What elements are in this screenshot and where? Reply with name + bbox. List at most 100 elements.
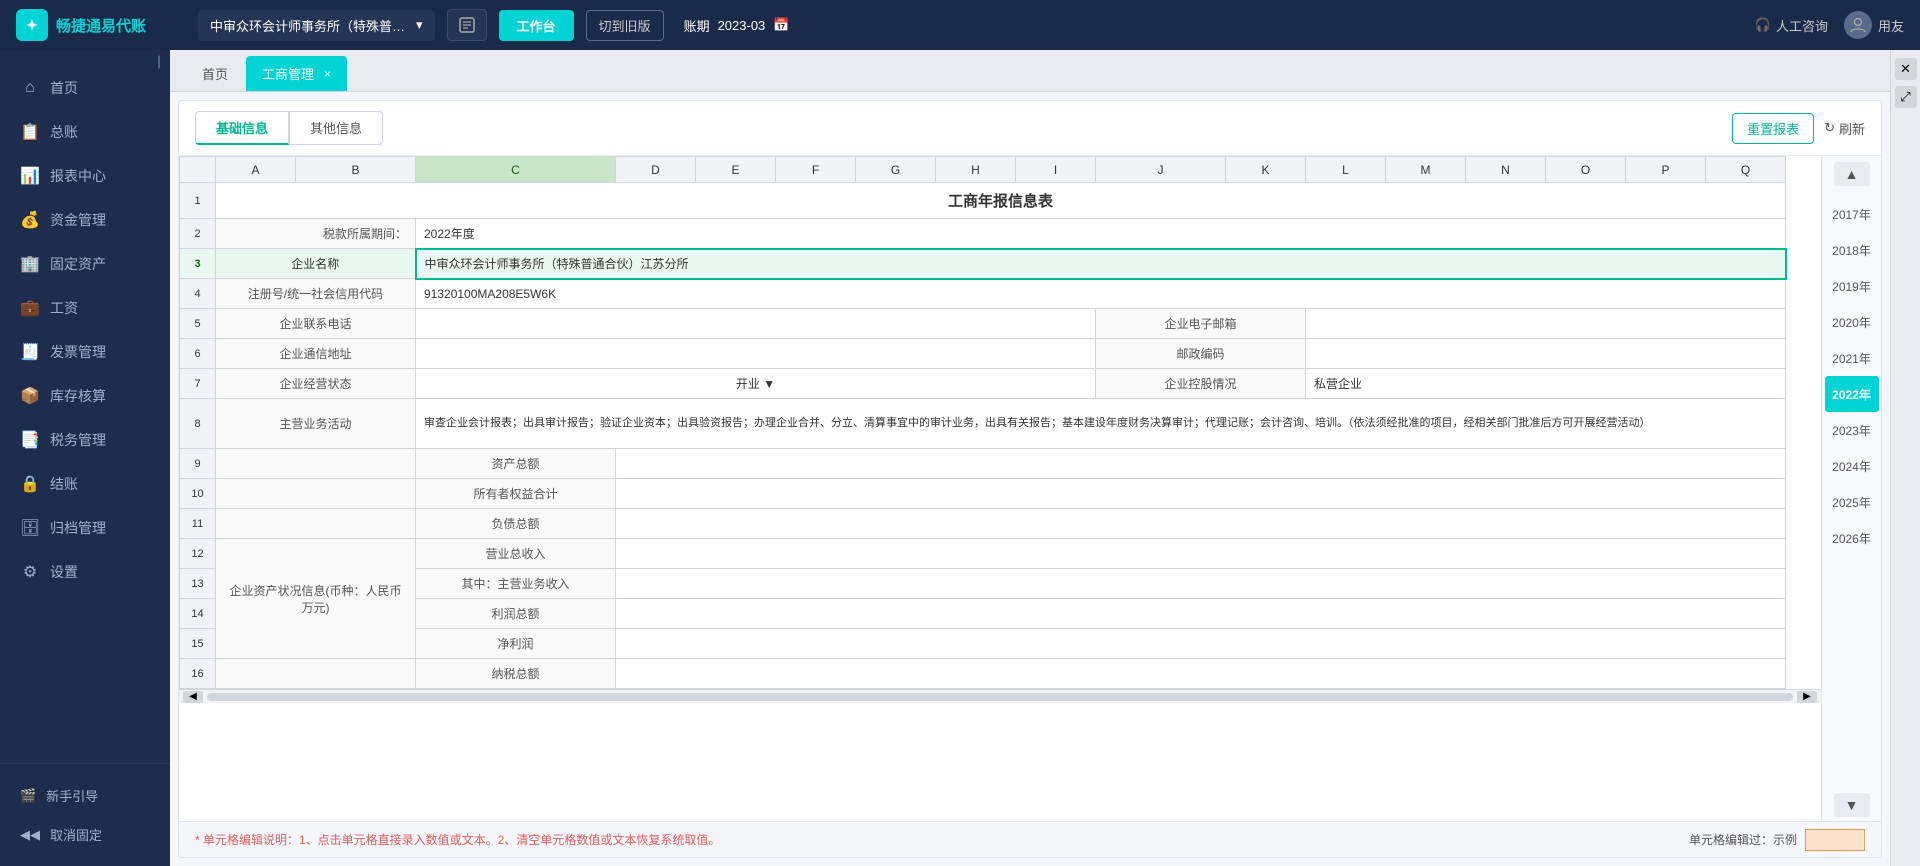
sidebar-item-archive[interactable]: 🗄 归档管理 <box>0 506 170 550</box>
sidebar-item-wages[interactable]: 💼 工资 <box>0 286 170 330</box>
year-item-2019[interactable]: 2019年 <box>1825 268 1879 304</box>
cell-9-val[interactable] <box>616 449 1786 479</box>
company-selector[interactable]: 中审众环会计师事务所（特殊普通合伙... ▾ <box>198 10 435 41</box>
cell-5-phone[interactable] <box>416 309 1096 339</box>
sidebar-item-guide[interactable]: 🎬 新手引导 <box>0 776 170 815</box>
cell-15-c[interactable]: 净利润 <box>416 629 616 659</box>
cell-10-ab[interactable] <box>216 479 416 509</box>
subtab-basic[interactable]: 基础信息 <box>195 111 289 145</box>
cell-6-zip[interactable] <box>1306 339 1786 369</box>
cell-12-val[interactable] <box>616 539 1786 569</box>
cell-2-rest[interactable]: 2022年度 <box>416 219 1786 249</box>
sidebar-item-tax[interactable]: 📑 税务管理 <box>0 418 170 462</box>
sidebar-item-fund[interactable]: 💰 资金管理 <box>0 198 170 242</box>
sidebar-item-inventory[interactable]: 📦 库存核算 <box>0 374 170 418</box>
cell-5-ab[interactable]: 企业联系电话 <box>216 309 416 339</box>
year-item-2021[interactable]: 2021年 <box>1825 340 1879 376</box>
col-header-j[interactable]: J <box>1096 157 1226 183</box>
col-header-m[interactable]: M <box>1386 157 1466 183</box>
workbench-button[interactable]: 工作台 <box>499 10 574 41</box>
year-nav-up[interactable]: ▲ <box>1834 162 1870 186</box>
sidebar-item-assets[interactable]: 🏢 固定资产 <box>0 242 170 286</box>
cell-13-val[interactable] <box>616 569 1786 599</box>
cell-14-c[interactable]: 利润总额 <box>416 599 616 629</box>
year-item-2025[interactable]: 2025年 <box>1825 484 1879 520</box>
year-item-2018[interactable]: 2018年 <box>1825 232 1879 268</box>
consult-button[interactable]: 🎧 人工咨询 <box>1755 16 1828 35</box>
year-item-2020[interactable]: 2020年 <box>1825 304 1879 340</box>
cell-3-ab[interactable]: 企业名称 <box>216 249 416 279</box>
company-icon-btn[interactable] <box>447 9 487 41</box>
close-panel-btn[interactable]: ✕ <box>1895 58 1917 80</box>
reset-button[interactable]: 重置报表 <box>1732 113 1814 144</box>
col-header-f[interactable]: F <box>776 157 856 183</box>
refresh-button[interactable]: ↻ 刷新 <box>1824 119 1865 138</box>
year-item-2026[interactable]: 2026年 <box>1825 520 1879 556</box>
cell-8-biz[interactable]: 审查企业会计报表；出具审计报告；验证企业资本；出具验资报告；办理企业合并、分立、… <box>416 399 1786 449</box>
cell-3-name[interactable]: 中审众环会计师事务所（特殊普通合伙）江苏分所 <box>416 249 1786 279</box>
col-header-k[interactable]: K <box>1226 157 1306 183</box>
cell-4-code[interactable]: 91320100MA208E5W6K <box>416 279 1786 309</box>
cell-5-email[interactable] <box>1306 309 1786 339</box>
sidebar-item-home[interactable]: ⌂ 首页 <box>0 66 170 110</box>
sidebar-item-invoice[interactable]: 🧾 发票管理 <box>0 330 170 374</box>
cell-11-val[interactable] <box>616 509 1786 539</box>
year-item-2022[interactable]: 2022年 <box>1825 376 1879 412</box>
old-version-button[interactable]: 切到旧版 <box>586 10 664 41</box>
cell-8-ab[interactable]: 主营业务活动 <box>216 399 416 449</box>
cell-12-c[interactable]: 营业总收入 <box>416 539 616 569</box>
cell-6-zip-label[interactable]: 邮政编码 <box>1096 339 1306 369</box>
cell-13-c[interactable]: 其中：主营业务收入 <box>416 569 616 599</box>
year-item-2023[interactable]: 2023年 <box>1825 412 1879 448</box>
cell-7-status[interactable]: 开业 ▼ <box>416 369 1096 399</box>
user-area[interactable]: 用友 <box>1844 11 1904 39</box>
col-header-g[interactable]: G <box>856 157 936 183</box>
cell-9-c[interactable]: 资产总额 <box>416 449 616 479</box>
sidebar-item-ledger[interactable]: 📋 总账 <box>0 110 170 154</box>
cell-title[interactable]: 工商年报信息表 <box>216 183 1786 219</box>
col-header-q[interactable]: Q <box>1706 157 1786 183</box>
col-header-n[interactable]: N <box>1466 157 1546 183</box>
expand-panel-btn[interactable]: ⤢ <box>1895 86 1917 108</box>
col-header-e[interactable]: E <box>696 157 776 183</box>
cell-12-a[interactable]: 企业资产状况信息(币种：人民币万元) <box>216 539 416 659</box>
col-header-d[interactable]: D <box>616 157 696 183</box>
cell-6-addr[interactable] <box>416 339 1096 369</box>
col-header-p[interactable]: P <box>1626 157 1706 183</box>
tab-close-button[interactable]: × <box>324 67 331 81</box>
scroll-left-btn[interactable]: ◀ <box>183 691 203 703</box>
col-header-b[interactable]: B <box>296 157 416 183</box>
col-header-i[interactable]: I <box>1016 157 1096 183</box>
cell-16-ab[interactable] <box>216 659 416 689</box>
cell-7-ab[interactable]: 企业经营状态 <box>216 369 416 399</box>
cell-11-ab[interactable] <box>216 509 416 539</box>
col-header-c[interactable]: C <box>416 157 616 183</box>
sidebar-item-settings[interactable]: ⚙ 设置 <box>0 550 170 594</box>
col-header-a[interactable]: A <box>216 157 296 183</box>
year-nav-down[interactable]: ▼ <box>1834 793 1870 817</box>
col-header-h[interactable]: H <box>936 157 1016 183</box>
cell-16-val[interactable] <box>616 659 1786 689</box>
tab-active[interactable]: 工商管理 × <box>246 56 347 91</box>
cell-4-ab[interactable]: 注册号/统一社会信用代码 <box>216 279 416 309</box>
sidebar-item-unpin[interactable]: ◀◀ 取消固定 <box>0 815 170 854</box>
sidebar-item-report[interactable]: 📊 报表中心 <box>0 154 170 198</box>
cell-9-ab[interactable] <box>216 449 416 479</box>
col-header-o[interactable]: O <box>1546 157 1626 183</box>
cell-16-c[interactable]: 纳税总额 <box>416 659 616 689</box>
cell-5-email-label[interactable]: 企业电子邮箱 <box>1096 309 1306 339</box>
col-header-l[interactable]: L <box>1306 157 1386 183</box>
scroll-track[interactable] <box>207 693 1793 701</box>
tab-home[interactable]: 首页 <box>186 56 244 91</box>
spreadsheet-main[interactable]: A B C D E F G H I J K L <box>179 156 1821 821</box>
scroll-right-btn[interactable]: ▶ <box>1797 691 1817 703</box>
year-item-2024[interactable]: 2024年 <box>1825 448 1879 484</box>
cell-7-holding-label[interactable]: 企业控股情况 <box>1096 369 1306 399</box>
calendar-icon[interactable]: 📅 <box>773 17 789 33</box>
horizontal-scrollbar[interactable]: ◀ ▶ <box>179 689 1821 703</box>
cell-14-val[interactable] <box>616 599 1786 629</box>
subtab-other[interactable]: 其他信息 <box>289 111 383 145</box>
cell-11-c[interactable]: 负债总额 <box>416 509 616 539</box>
cell-6-ab[interactable]: 企业通信地址 <box>216 339 416 369</box>
year-item-2017[interactable]: 2017年 <box>1825 196 1879 232</box>
